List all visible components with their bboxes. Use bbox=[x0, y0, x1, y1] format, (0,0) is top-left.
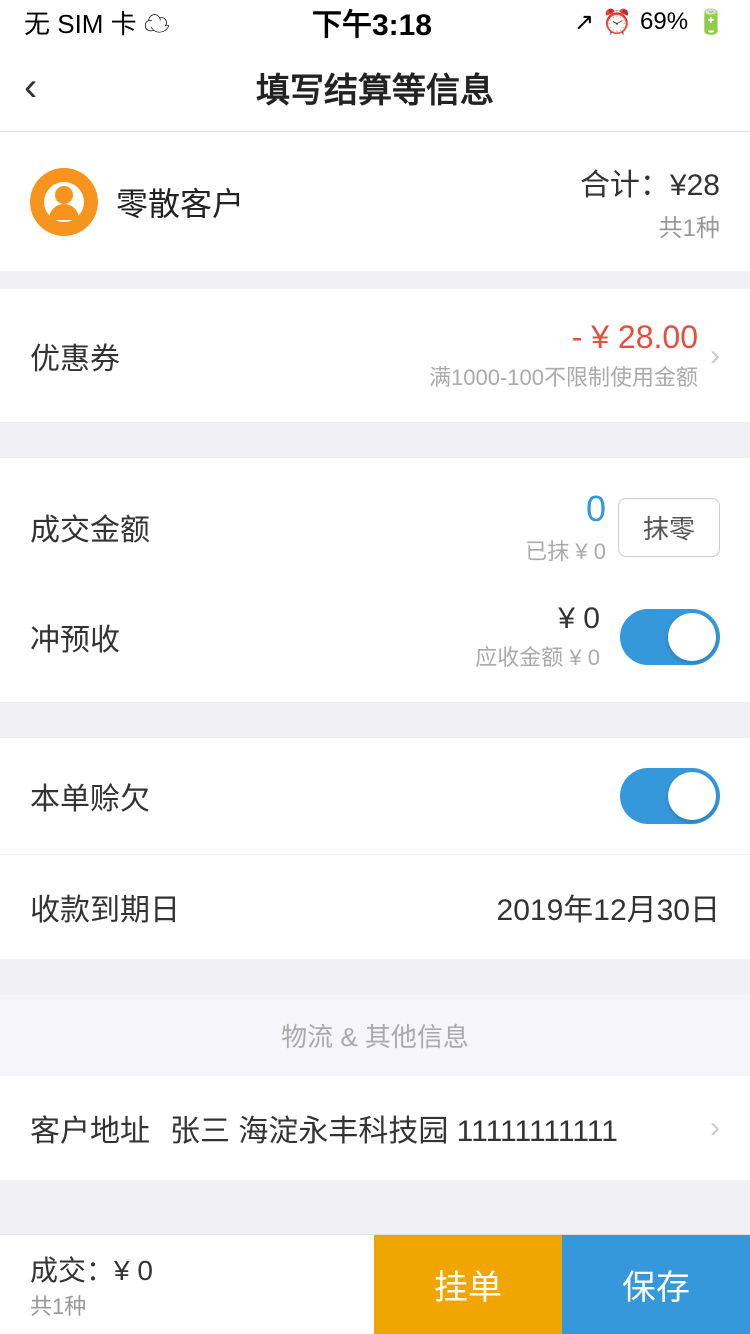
hang-button[interactable]: 挂单 bbox=[374, 1235, 562, 1334]
prepay-label: 冲预收 bbox=[30, 615, 120, 659]
avatar bbox=[30, 168, 98, 236]
prepay-desc: 应收金额 ¥ 0 bbox=[475, 640, 600, 672]
bottom-bar: 成交：¥ 0 共1种 挂单 保存 bbox=[0, 1234, 750, 1334]
status-bar: 无 SIM 卡 ☁ 下午3:18 ↗ ⏰ 69% 🔋 bbox=[0, 0, 750, 44]
amount-value-block: 0 已抹 ¥ 0 bbox=[525, 488, 606, 566]
divider-3 bbox=[0, 977, 750, 995]
prepay-amounts: ¥ 0 应收金额 ¥ 0 bbox=[475, 602, 600, 672]
amount-row: 成交金额 0 已抹 ¥ 0 抹零 bbox=[0, 458, 750, 578]
transaction-section: 成交金额 0 已抹 ¥ 0 抹零 冲预收 ¥ 0 应收金额 ¥ 0 bbox=[0, 458, 750, 702]
coupon-value-block: - ¥ 28.00 满1000-100不限制使用金额 bbox=[429, 319, 698, 392]
round-button[interactable]: 抹零 bbox=[618, 498, 720, 557]
discount-desc: 满1000-100不限制使用金额 bbox=[429, 360, 698, 392]
clock-icon: ⏰ bbox=[602, 8, 632, 37]
prepay-toggle[interactable] bbox=[620, 609, 720, 665]
nav-bar: ‹ 填写结算等信息 bbox=[0, 44, 750, 132]
save-button[interactable]: 保存 bbox=[562, 1235, 750, 1334]
customer-section: 零散客户 合计：¥28 共1种 bbox=[0, 132, 750, 271]
coupon-section[interactable]: 优惠券 - ¥ 28.00 满1000-100不限制使用金额 › bbox=[0, 289, 750, 422]
transaction-amount[interactable]: 0 bbox=[586, 488, 606, 530]
address-label: 客户地址 bbox=[30, 1106, 150, 1150]
customer-right: 合计：¥28 共1种 bbox=[580, 160, 720, 243]
debit-section: 本单赊欠 收款到期日 2019年12月30日 bbox=[0, 738, 750, 959]
prepay-row: 冲预收 ¥ 0 应收金额 ¥ 0 bbox=[0, 578, 750, 702]
back-button[interactable]: ‹ bbox=[24, 65, 37, 110]
total-count: 共1种 bbox=[580, 208, 720, 243]
status-left: 无 SIM 卡 ☁ bbox=[24, 4, 170, 41]
address-left: 客户地址 张三 海淀永丰科技园 11111111111 bbox=[30, 1106, 618, 1150]
address-section[interactable]: 客户地址 张三 海淀永丰科技园 11111111111 › bbox=[0, 1076, 750, 1180]
chevron-right-icon: › bbox=[710, 339, 720, 373]
discount-amount: - ¥ 28.00 bbox=[429, 319, 698, 356]
address-value: 张三 海淀永丰科技园 11111111111 bbox=[170, 1106, 618, 1150]
status-right: ↗ ⏰ 69% 🔋 bbox=[574, 8, 726, 37]
address-chevron-icon: › bbox=[710, 1111, 720, 1145]
due-date-value: 2019年12月30日 bbox=[497, 885, 720, 929]
total-amount: 合计：¥28 bbox=[580, 160, 720, 204]
page-title: 填写结算等信息 bbox=[256, 63, 494, 112]
bottom-deal-label: 成交： bbox=[30, 1255, 114, 1286]
debit-label: 本单赊欠 bbox=[30, 774, 150, 818]
customer-name: 零散客户 bbox=[116, 179, 244, 225]
logistics-title: 物流 & 其他信息 bbox=[281, 1022, 469, 1052]
customer-info-left: 零散客户 bbox=[30, 168, 244, 236]
battery-text: 69% bbox=[640, 8, 688, 36]
status-time: 下午3:18 bbox=[312, 0, 432, 44]
address-row[interactable]: 客户地址 张三 海淀永丰科技园 11111111111 › bbox=[0, 1076, 750, 1180]
coupon-right: - ¥ 28.00 满1000-100不限制使用金额 › bbox=[429, 319, 720, 392]
location-icon: ↗ bbox=[574, 8, 594, 37]
transaction-right: 0 已抹 ¥ 0 抹零 bbox=[525, 488, 720, 566]
toggle-knob bbox=[668, 613, 716, 661]
logistics-header: 物流 & 其他信息 bbox=[0, 995, 750, 1076]
battery-icon: 🔋 bbox=[696, 8, 726, 37]
debit-row: 本单赊欠 bbox=[0, 738, 750, 855]
transaction-label: 成交金额 bbox=[30, 505, 150, 549]
bottom-count: 共1种 bbox=[30, 1289, 374, 1321]
bottom-deal: 成交：¥ 0 bbox=[30, 1249, 374, 1289]
prepay-right: ¥ 0 应收金额 ¥ 0 bbox=[475, 602, 720, 672]
avatar-icon bbox=[44, 182, 84, 222]
debit-toggle[interactable] bbox=[620, 768, 720, 824]
transaction-sub-desc: 已抹 ¥ 0 bbox=[525, 534, 606, 566]
divider-2 bbox=[0, 720, 750, 738]
coupon-row[interactable]: 优惠券 - ¥ 28.00 满1000-100不限制使用金额 › bbox=[0, 289, 750, 422]
prepay-amount: ¥ 0 bbox=[475, 602, 600, 636]
debit-toggle-knob bbox=[668, 772, 716, 820]
divider-1 bbox=[0, 440, 750, 458]
sim-text: 无 SIM 卡 ☁ bbox=[24, 4, 170, 41]
bottom-info: 成交：¥ 0 共1种 bbox=[0, 1235, 374, 1334]
due-date-row: 收款到期日 2019年12月30日 bbox=[0, 855, 750, 959]
bottom-deal-amount: ¥ 0 bbox=[114, 1255, 153, 1286]
due-date-label: 收款到期日 bbox=[30, 885, 180, 929]
coupon-label: 优惠券 bbox=[30, 334, 120, 378]
